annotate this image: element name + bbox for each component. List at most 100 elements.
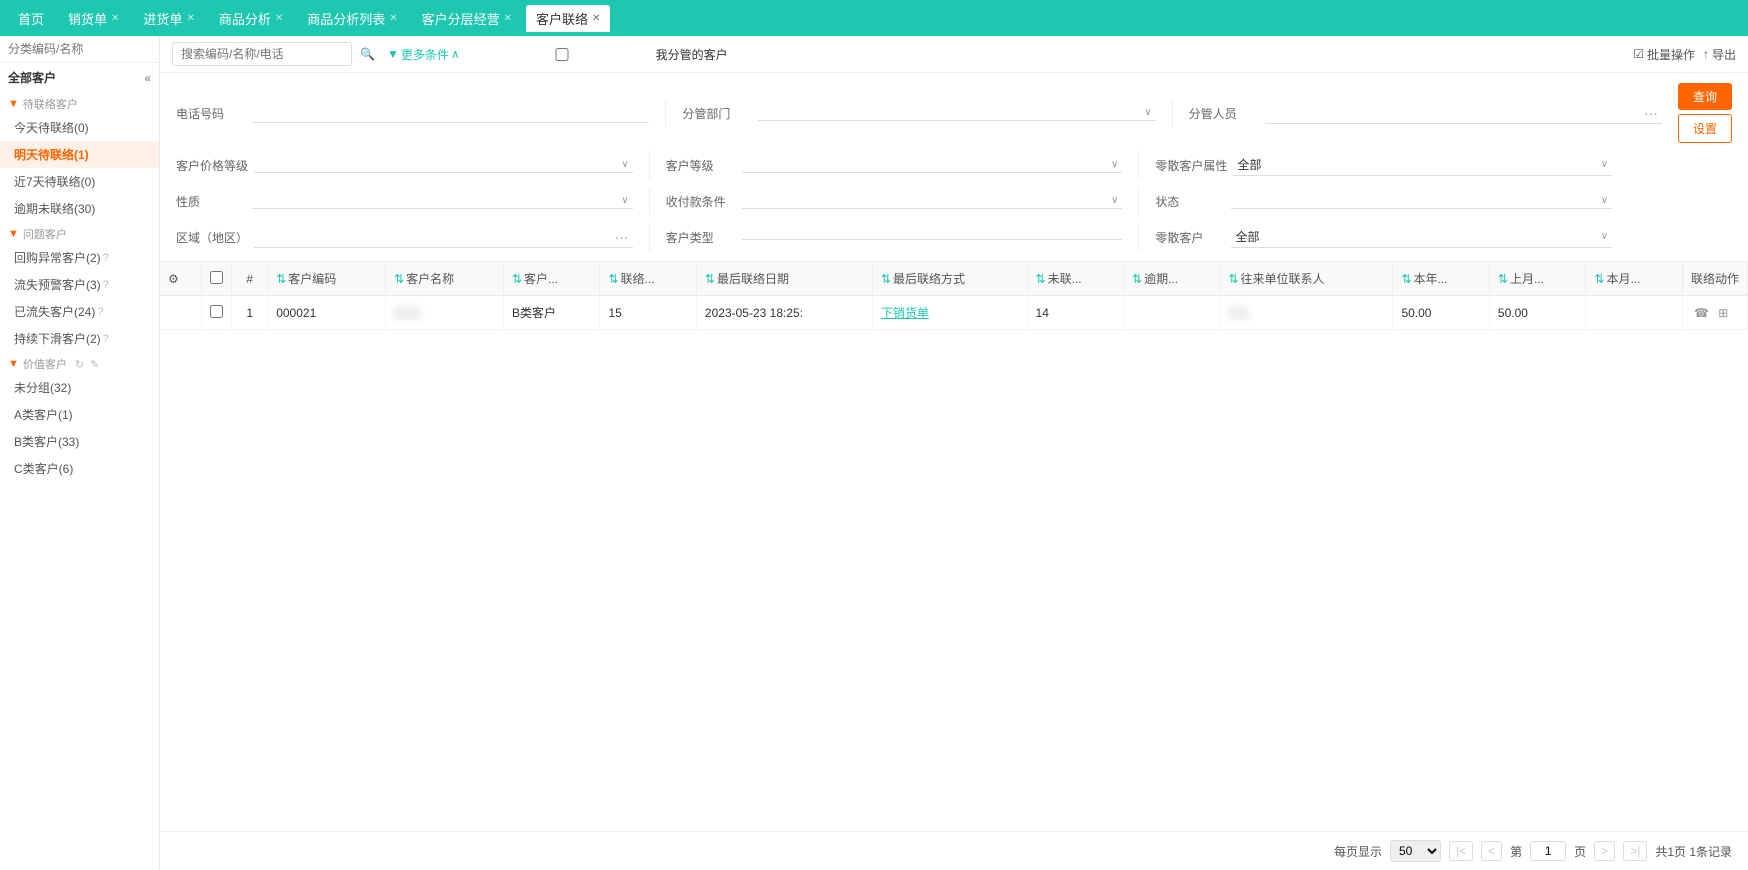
cell-contacts [1220,296,1393,330]
nav-customer-contact[interactable]: 客户联络 ✕ [526,5,610,32]
search-input[interactable] [172,42,352,66]
nature-select[interactable]: ∨ [252,193,633,209]
col-un-contact: ⇅未联... [1027,262,1123,296]
cell-this-month [1586,296,1683,330]
edit-icon[interactable]: ✎ [90,358,99,371]
col-last-method: ⇅最后联络方式 [872,262,1027,296]
cell-last-method: 下销货单 [872,296,1027,330]
my-customers-checkbox-label[interactable]: 我分管的客户 [472,46,728,63]
col-seq: # [232,262,268,296]
sidebar-item-ungroup[interactable]: 未分组(32) [0,374,159,401]
first-page-button[interactable]: |< [1449,841,1473,861]
sidebar-item-c-class[interactable]: C类客户(6) [0,455,159,482]
close-icon[interactable]: ✕ [186,13,194,24]
person-label: 分管人员 [1189,105,1259,122]
row-checkbox[interactable] [210,305,223,318]
last-page-button[interactable]: >| [1623,841,1647,861]
cell-type: B类客户 [503,296,599,330]
more-icon[interactable]: ··· [1644,105,1658,121]
sidebar-item-tomorrow[interactable]: 明天待联络(1) [0,141,159,168]
nav-sales[interactable]: 销货单 ✕ [58,5,129,32]
prev-page-button[interactable]: < [1481,841,1502,861]
sort-icon: ⇅ [1036,272,1046,286]
help-icon[interactable]: ? [103,252,109,264]
my-customers-checkbox[interactable] [472,48,652,61]
more-icon[interactable]: ··· [615,229,629,245]
customer-type-select[interactable] [742,235,1123,240]
payment-select[interactable]: ∨ [742,193,1123,209]
cell-contact-count: 15 [600,296,696,330]
help-icon[interactable]: ? [103,333,109,345]
nav-purchase[interactable]: 进货单 ✕ [133,5,204,32]
sidebar-item-declining[interactable]: 持续下滑客户(2) ? [0,325,159,352]
retail-select[interactable]: 全部 ∨ [1231,226,1612,248]
sidebar-item-a-class[interactable]: A类客户(1) [0,401,159,428]
col-last-month: ⇅上月... [1489,262,1585,296]
sidebar-item-today[interactable]: 今天待联络(0) [0,114,159,141]
sidebar-item-7days[interactable]: 近7天待联络(0) [0,168,159,195]
close-icon[interactable]: ✕ [111,13,119,24]
help-icon[interactable]: ? [103,279,109,291]
search-icon[interactable]: 🔍 [360,47,375,61]
person-select[interactable]: ··· [1265,103,1662,124]
col-this-month: ⇅本月... [1586,262,1683,296]
sidebar-item-b-class[interactable]: B类客户(33) [0,428,159,455]
last-method-link[interactable]: 下销货单 [881,306,929,320]
page-size-select[interactable]: 50 100 200 [1390,840,1441,862]
dept-select[interactable]: ∨ [758,105,1155,121]
sidebar-item-overdue[interactable]: 逾期未联络(30) [0,195,159,222]
next-page-button[interactable]: > [1594,841,1615,861]
dept-label: 分管部门 [682,105,752,122]
table-header-row: ⚙ # ⇅客户编码 ⇅客户名称 ⇅客户... ⇅联络.. [160,262,1748,296]
retail-attr-select[interactable]: 全部 ∨ [1233,154,1612,176]
retail-label: 零散客户 [1155,229,1225,246]
help-icon[interactable]: ? [97,306,103,318]
filter-cell-nature: 性质 ∨ [176,193,633,210]
cell-name [386,296,504,330]
page-suffix: 页 [1574,843,1586,860]
close-icon[interactable]: ✕ [275,13,283,24]
more-actions-icon[interactable]: ⊞ [1718,306,1728,320]
divider [1138,187,1139,215]
close-icon[interactable]: ✕ [389,13,397,24]
region-select[interactable]: ··· [254,227,633,248]
close-icon[interactable]: ✕ [504,13,512,24]
page-size-label: 每页显示 [1334,843,1382,860]
chevron-down-icon: ∨ [621,195,628,206]
sidebar-item-churned[interactable]: 已流失客户(24) ? [0,298,159,325]
nav-home[interactable]: 首页 [8,5,54,32]
status-select[interactable]: ∨ [1231,193,1612,209]
select-all-checkbox[interactable] [210,271,223,284]
sidebar-search-area: 🔍 [0,36,159,63]
export-button[interactable]: ↑ 导出 [1703,46,1736,63]
nav-customer-segment[interactable]: 客户分层经营 ✕ [412,5,522,32]
cell-gear [160,296,202,330]
price-level-select[interactable]: ∨ [254,157,633,173]
nav-analysis[interactable]: 商品分析 ✕ [209,5,293,32]
col-gear[interactable]: ⚙ [160,262,202,296]
batch-ops-button[interactable]: ☑ 批量操作 [1633,46,1695,63]
sidebar-item-churn-warning[interactable]: 流失预警客户(3) ? [0,271,159,298]
nav-analysis-table[interactable]: 商品分析列表 ✕ [297,5,407,32]
sidebar-item-repurchase-abnormal[interactable]: 回购异常客户(2) ? [0,244,159,271]
customer-level-select[interactable]: ∨ [742,157,1123,173]
more-conditions-button[interactable]: ▼ 更多条件 ∧ [383,44,464,65]
query-button[interactable]: 查询 [1678,83,1732,110]
page-input[interactable] [1530,841,1566,861]
close-icon[interactable]: ✕ [592,13,600,24]
sidebar-search-input[interactable] [8,42,160,56]
contact-icon[interactable]: ☎ [1694,306,1709,320]
settings-button[interactable]: 设置 [1678,114,1732,143]
retail-attr-label: 零散客户属性 [1155,157,1227,174]
divider [1172,99,1173,127]
sort-icon: ⇅ [276,272,286,286]
sort-icon: ⇅ [1132,272,1142,286]
filter-row-3: 性质 ∨ 收付款条件 ∨ 状态 [176,187,1732,215]
all-customers-header[interactable]: 全部客户 « [0,63,159,92]
chevron-down-icon: ∨ [1601,231,1608,242]
sort-icon: ⇅ [705,272,715,286]
divider [665,99,666,127]
phone-input[interactable] [252,104,649,123]
collapse-icon[interactable]: « [144,71,151,85]
refresh-icon[interactable]: ↻ [75,358,84,371]
